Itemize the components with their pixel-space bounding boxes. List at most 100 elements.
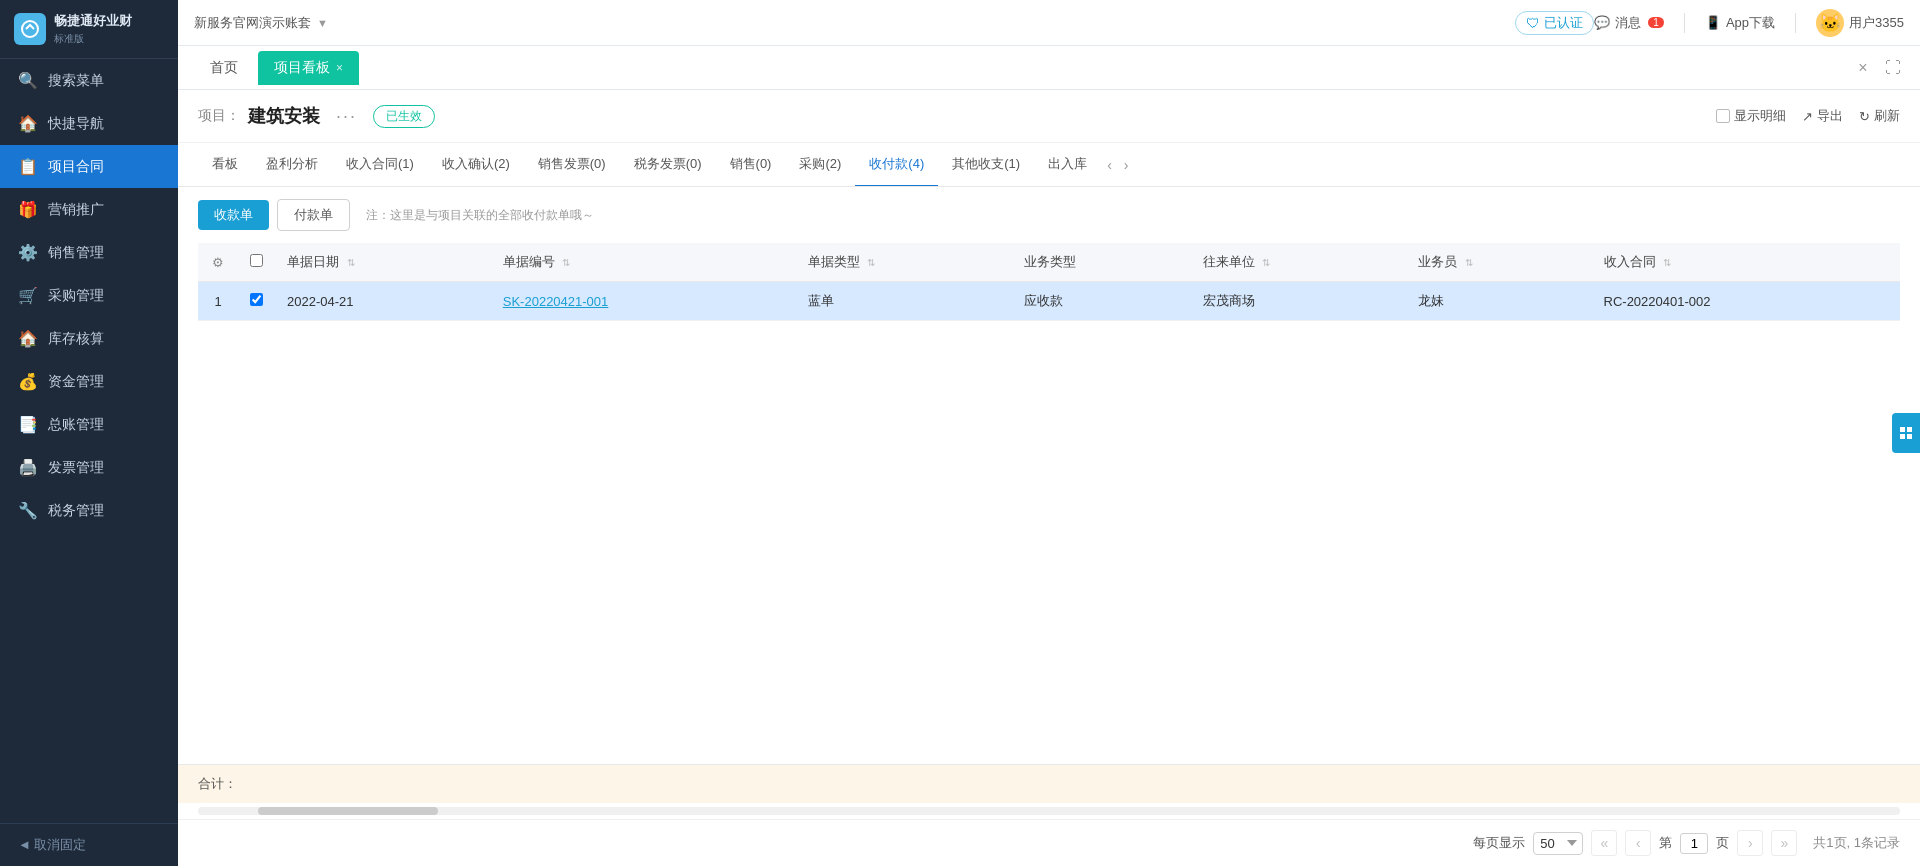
sidebar-item-project[interactable]: 📋 项目合同 xyxy=(0,145,178,188)
show-detail-checkbox[interactable] xyxy=(1716,109,1730,123)
tab-close-icon[interactable]: × xyxy=(336,61,343,75)
sub-tab-receipt-label: 收付款(4) xyxy=(869,156,924,171)
refresh-button[interactable]: ↻ 刷新 xyxy=(1859,107,1900,125)
sidebar-item-marketing[interactable]: 🎁 营销推广 xyxy=(0,188,178,231)
table-select-all[interactable] xyxy=(238,243,275,282)
sub-tab-sales-invoice[interactable]: 销售发票(0) xyxy=(524,143,620,187)
sidebar-item-label-purchase: 采购管理 xyxy=(48,287,104,305)
horizontal-scrollbar[interactable] xyxy=(178,803,1920,819)
sidebar-unpin-button[interactable]: ◄ 取消固定 xyxy=(0,823,178,866)
sub-tab-sales-invoice-label: 销售发票(0) xyxy=(538,156,606,171)
export-label: 导出 xyxy=(1817,107,1843,125)
sort-salesperson-icon[interactable]: ⇅ xyxy=(1465,257,1473,268)
sub-tab-receipt[interactable]: 收付款(4) xyxy=(855,143,938,187)
prev-page-button[interactable]: ‹ xyxy=(1625,830,1651,856)
app-download-label: App下载 xyxy=(1726,14,1775,32)
tab-project-board[interactable]: 项目看板 × xyxy=(258,51,359,85)
sidebar-item-sales[interactable]: ⚙️ 销售管理 xyxy=(0,231,178,274)
svg-rect-1 xyxy=(1900,427,1905,432)
payment-btn[interactable]: 付款单 xyxy=(277,199,350,231)
show-detail-label: 显示明细 xyxy=(1734,107,1786,125)
finance-icon: 💰 xyxy=(18,372,38,391)
row-number[interactable]: SK-20220421-001 xyxy=(491,282,796,321)
sub-tab-purchase[interactable]: 采购(2) xyxy=(785,143,855,187)
sub-tab-next-arrow[interactable]: › xyxy=(1118,149,1135,181)
col-partner: 往来单位 ⇅ xyxy=(1191,243,1407,282)
sidebar-item-finance[interactable]: 💰 资金管理 xyxy=(0,360,178,403)
sort-contract-icon[interactable]: ⇅ xyxy=(1663,257,1671,268)
sidebar-item-label-invoice: 发票管理 xyxy=(48,459,104,477)
sub-tab-kanban[interactable]: 看板 xyxy=(198,143,252,187)
summary-label: 合计： xyxy=(198,776,237,791)
sidebar-item-purchase[interactable]: 🛒 采购管理 xyxy=(0,274,178,317)
scrollbar-track[interactable] xyxy=(198,807,1900,815)
project-icon: 📋 xyxy=(18,157,38,176)
row-number-link[interactable]: SK-20220421-001 xyxy=(503,294,609,309)
sidebar-item-label-marketing: 营销推广 xyxy=(48,201,104,219)
per-page-label: 每页显示 xyxy=(1473,834,1525,852)
header-divider xyxy=(1684,13,1685,33)
sidebar-item-label-project: 项目合同 xyxy=(48,158,104,176)
first-page-button[interactable]: « xyxy=(1591,830,1617,856)
tab-home[interactable]: 首页 xyxy=(194,51,254,85)
sidebar-item-quicknav[interactable]: 🏠 快捷导航 xyxy=(0,102,178,145)
next-page-button[interactable]: › xyxy=(1737,830,1763,856)
avatar: 🐱 xyxy=(1816,9,1844,37)
cart-icon: 🛒 xyxy=(18,286,38,305)
table-row[interactable]: 1 2022-04-21 SK-20220421-001 蓝单 应收款 宏茂商场… xyxy=(198,282,1900,321)
shield-icon: 🛡 xyxy=(1526,15,1540,31)
sort-partner-icon[interactable]: ⇅ xyxy=(1262,257,1270,268)
app-download-button[interactable]: 📱 App下载 xyxy=(1705,14,1775,32)
project-actions: 显示明细 ↗ 导出 ↻ 刷新 xyxy=(1716,107,1900,125)
sub-tab-inout[interactable]: 出入库 xyxy=(1034,143,1101,187)
row-checkbox[interactable] xyxy=(238,282,275,321)
sidebar-item-ledger[interactable]: 📑 总账管理 xyxy=(0,403,178,446)
row-select-checkbox[interactable] xyxy=(250,293,263,306)
more-options-button[interactable]: ··· xyxy=(336,106,357,127)
sub-tab-profit-label: 盈利分析 xyxy=(266,156,318,171)
sidebar-item-search[interactable]: 🔍 搜索菜单 xyxy=(0,59,178,102)
sidebar-item-tax[interactable]: 🔧 税务管理 xyxy=(0,489,178,532)
select-all-checkbox[interactable] xyxy=(250,254,263,267)
sidebar-item-label-finance: 资金管理 xyxy=(48,373,104,391)
sort-number-icon[interactable]: ⇅ xyxy=(562,257,570,268)
sub-tab-other-expense-label: 其他收支(1) xyxy=(952,156,1020,171)
floating-action-button[interactable] xyxy=(1892,413,1920,453)
table-settings-icon[interactable]: ⚙ xyxy=(198,243,238,282)
sidebar-item-inventory[interactable]: 🏠 库存核算 xyxy=(0,317,178,360)
sort-type-icon[interactable]: ⇅ xyxy=(867,257,875,268)
receipt-payment-header: 收款单 付款单 注：这里是与项目关联的全部收付款单哦～ xyxy=(178,187,1920,243)
row-seq: 1 xyxy=(198,282,238,321)
sub-tab-sales[interactable]: 销售(0) xyxy=(716,143,786,187)
receipt-btn[interactable]: 收款单 xyxy=(198,200,269,230)
scrollbar-thumb[interactable] xyxy=(258,807,438,815)
user-profile[interactable]: 🐱 用户3355 xyxy=(1816,9,1904,37)
header-actions: 💬 消息 1 📱 App下载 🐱 用户3355 xyxy=(1594,9,1904,37)
sub-tab-prev-arrow[interactable]: ‹ xyxy=(1101,149,1118,181)
account-dropdown-icon[interactable]: ▼ xyxy=(317,17,328,29)
page-content: 项目： 建筑安装 ··· 已生效 显示明细 ↗ 导出 ↻ 刷新 xyxy=(178,90,1920,866)
sub-tab-other-expense[interactable]: 其他收支(1) xyxy=(938,143,1034,187)
row-salesperson: 龙妹 xyxy=(1406,282,1591,321)
sidebar-item-invoice[interactable]: 🖨️ 发票管理 xyxy=(0,446,178,489)
table-container[interactable]: ⚙ 单据日期 ⇅ 单据编号 ⇅ 单据类型 xyxy=(178,243,1920,764)
per-page-select[interactable]: 50 100 200 xyxy=(1533,832,1583,855)
sub-tab-income-contract[interactable]: 收入合同(1) xyxy=(332,143,428,187)
window-close-button[interactable]: × xyxy=(1852,57,1874,79)
pagination: 每页显示 50 100 200 « ‹ 第 1 页 › » 共1页, 1条记录 xyxy=(178,819,1920,866)
svg-rect-3 xyxy=(1900,434,1905,439)
pagination-total-info: 共1页, 1条记录 xyxy=(1813,834,1900,852)
sub-tab-tax-invoice[interactable]: 税务发票(0) xyxy=(620,143,716,187)
sub-tab-profit[interactable]: 盈利分析 xyxy=(252,143,332,187)
last-page-button[interactable]: » xyxy=(1771,830,1797,856)
window-maximize-button[interactable]: ⛶ xyxy=(1882,57,1904,79)
sub-tab-sales-label: 销售(0) xyxy=(730,156,772,171)
show-detail-button[interactable]: 显示明细 xyxy=(1716,107,1786,125)
sub-tab-income-confirm[interactable]: 收入确认(2) xyxy=(428,143,524,187)
inventory-icon: 🏠 xyxy=(18,329,38,348)
messages-button[interactable]: 💬 消息 1 xyxy=(1594,14,1664,32)
sub-tab-bar: 看板 盈利分析 收入合同(1) 收入确认(2) 销售发票(0) 税务发票(0) … xyxy=(178,143,1920,187)
export-button[interactable]: ↗ 导出 xyxy=(1802,107,1843,125)
sub-tab-purchase-label: 采购(2) xyxy=(799,156,841,171)
sort-date-icon[interactable]: ⇅ xyxy=(347,257,355,268)
